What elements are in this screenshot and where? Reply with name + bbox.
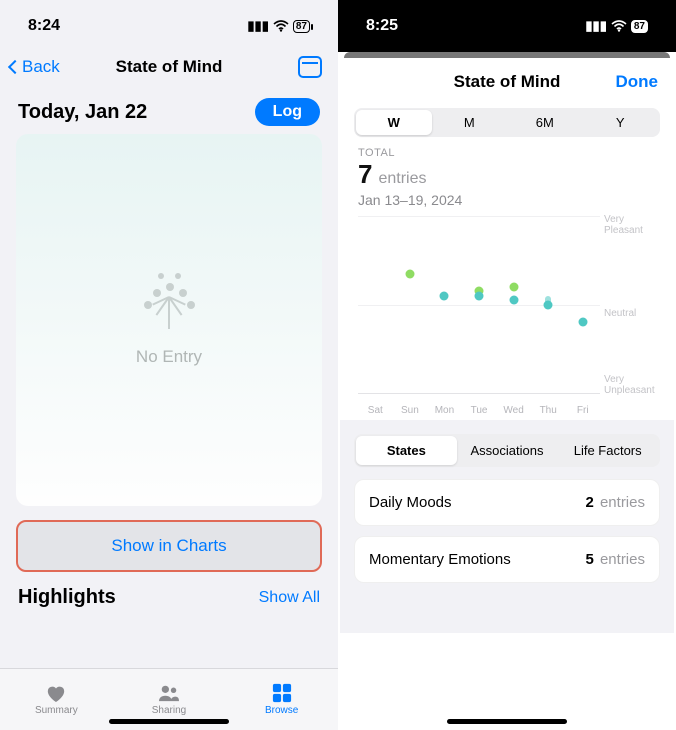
tab-summary[interactable]: Summary [0, 669, 113, 730]
charts-sheet: State of Mind Done W M 6M Y TOTAL 7 entr… [340, 58, 674, 728]
data-point[interactable] [509, 296, 518, 305]
mood-chart[interactable]: Very Pleasant Neutral Very Unpleasant Sa… [354, 216, 660, 416]
show-all-button[interactable]: Show All [259, 589, 320, 607]
nav-header: Back State of Mind [0, 52, 338, 88]
range-week[interactable]: W [356, 110, 432, 135]
seg-associations[interactable]: Associations [457, 436, 558, 465]
status-icons: ▮▮▮ 87 [585, 18, 648, 34]
date-heading: Today, Jan 22 [18, 101, 147, 124]
battery-icon: 87 [293, 20, 310, 33]
log-button[interactable]: Log [255, 98, 320, 126]
home-indicator[interactable] [109, 719, 229, 724]
seg-life-factors[interactable]: Life Factors [557, 436, 658, 465]
wifi-icon [611, 20, 627, 32]
range-month[interactable]: M [432, 110, 508, 135]
highlights-label: Highlights [18, 586, 116, 609]
ylabel-top: Very Pleasant [604, 214, 658, 236]
x-axis-labels: SatSunMonTueWedThuFri [358, 405, 600, 416]
phone-left: 8:24 ▮▮▮ 87 Back State of Mind Today, Ja… [0, 0, 338, 730]
date-range: Jan 13–19, 2024 [340, 192, 674, 208]
grid-icon [271, 683, 293, 703]
sheet-header: State of Mind Done [340, 58, 674, 106]
clock: 8:25 [366, 17, 398, 35]
done-button[interactable]: Done [616, 72, 659, 92]
row-count: 2 entries [585, 494, 645, 511]
range-6month[interactable]: 6M [507, 110, 583, 135]
sheet-title: State of Mind [454, 72, 561, 92]
total-label: TOTAL [340, 147, 674, 159]
seg-states[interactable]: States [356, 436, 457, 465]
row-count: 5 entries [585, 551, 645, 568]
data-point[interactable] [475, 291, 484, 300]
data-point[interactable] [578, 318, 587, 327]
status-icons: ▮▮▮ 87 [247, 18, 310, 34]
range-year[interactable]: Y [583, 110, 659, 135]
status-bar: 8:24 ▮▮▮ 87 [0, 0, 338, 52]
no-entry-label: No Entry [136, 347, 202, 367]
cellular-icon: ▮▮▮ [247, 18, 268, 34]
row-name: Daily Moods [369, 494, 452, 511]
data-range[interactable] [545, 296, 551, 309]
row-name: Momentary Emotions [369, 551, 511, 568]
clock: 8:24 [28, 17, 60, 35]
list-item[interactable]: Daily Moods 2 entries [354, 479, 660, 526]
status-bar: 8:25 ▮▮▮ 87 [338, 0, 676, 52]
ylabel-bot: Very Unpleasant [604, 374, 658, 396]
show-in-charts-button[interactable]: Show in Charts [16, 520, 322, 572]
battery-icon: 87 [631, 20, 648, 33]
home-indicator[interactable] [447, 719, 567, 724]
range-segmented-control[interactable]: W M 6M Y [354, 108, 660, 137]
page-title: State of Mind [0, 57, 338, 77]
heart-icon [45, 683, 67, 703]
wifi-icon [273, 20, 289, 32]
cellular-icon: ▮▮▮ [585, 18, 606, 34]
tab-browse[interactable]: Browse [225, 669, 338, 730]
data-point[interactable] [509, 282, 518, 291]
people-icon [158, 683, 180, 703]
data-point[interactable] [405, 269, 414, 278]
mood-tree-icon [139, 273, 199, 333]
type-segmented-control[interactable]: States Associations Life Factors [354, 434, 660, 467]
list-item[interactable]: Momentary Emotions 5 entries [354, 536, 660, 583]
data-point[interactable] [440, 291, 449, 300]
highlights-header: Highlights Show All [0, 572, 338, 609]
ylabel-mid: Neutral [604, 308, 658, 319]
phone-right: 8:25 ▮▮▮ 87 State of Mind Done W M 6M Y … [338, 0, 676, 730]
calendar-icon[interactable] [298, 56, 322, 78]
total-value: 7 entries [340, 159, 674, 190]
today-card: No Entry [16, 134, 322, 506]
date-row: Today, Jan 22 Log [0, 88, 338, 134]
